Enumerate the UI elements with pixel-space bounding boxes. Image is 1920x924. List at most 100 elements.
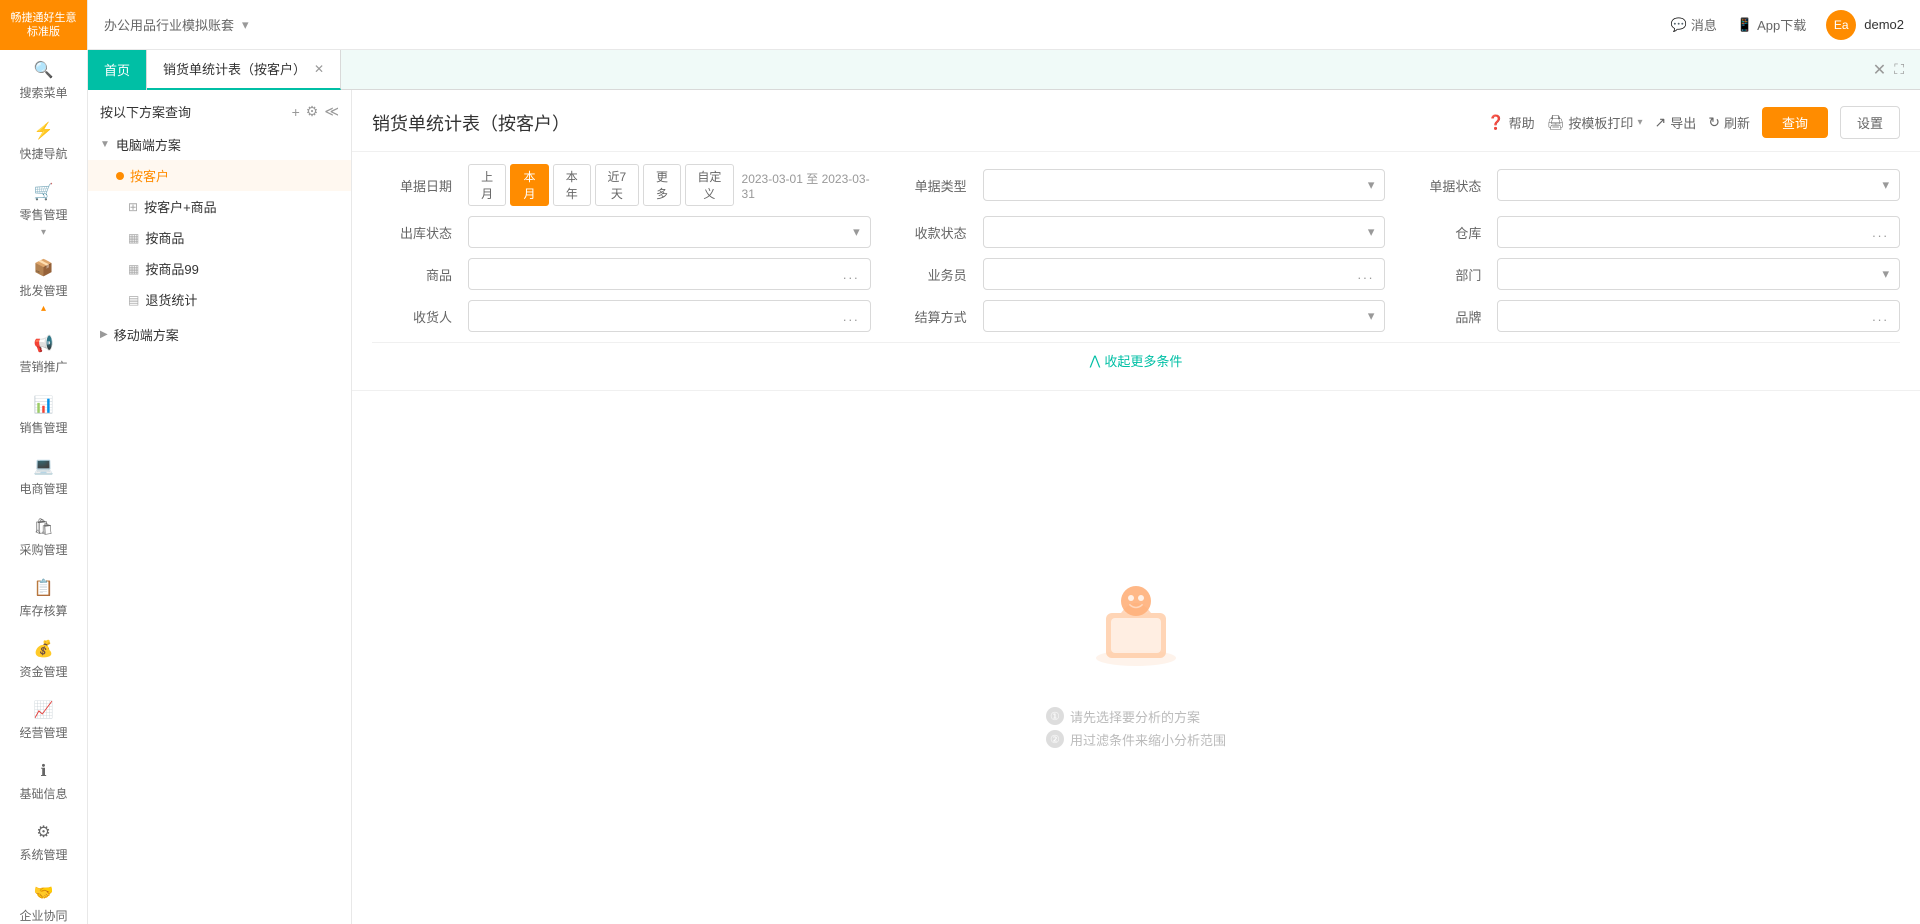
tree-item-label: 按客户 xyxy=(130,166,169,185)
settings-scheme-button[interactable]: ⚙ xyxy=(306,103,319,120)
chevron-down-icon: ▾ xyxy=(1368,177,1375,193)
sidebar-item-label: 系统管理 xyxy=(19,846,67,863)
empty-state: ① 请先选择要分析的方案 ② 用过滤条件来缩小分析范围 xyxy=(352,391,1920,924)
refresh-button[interactable]: ↻ 刷新 xyxy=(1708,113,1750,132)
collapse-panel-button[interactable]: ≪ xyxy=(324,103,339,120)
export-button[interactable]: ↗ 导出 xyxy=(1654,113,1696,132)
tree-item-return-stats[interactable]: ▤ 退货统计 xyxy=(88,284,351,315)
sidebar: 畅捷通好生意 标准版 🔍 搜索菜单 ⚡ 快捷导航 🛒 零售管理 ▾ 📦 批发管理… xyxy=(0,0,88,924)
maximize-window-icon[interactable]: ⛶ xyxy=(1894,61,1904,78)
out-status-select[interactable]: ▾ xyxy=(468,216,871,248)
warehouse-select[interactable]: ... xyxy=(1497,216,1900,248)
order-status-select[interactable]: ▾ xyxy=(1497,169,1900,201)
order-type-select[interactable]: ▾ xyxy=(983,169,1386,201)
warehouse-dots[interactable]: ... xyxy=(1872,225,1889,240)
active-dot-icon xyxy=(116,172,124,180)
sidebar-item-label: 零售管理 xyxy=(19,206,67,223)
sidebar-item-label: 快捷导航 xyxy=(19,145,67,162)
bar-icon: ▤ xyxy=(128,293,139,307)
settings-button[interactable]: 设置 xyxy=(1840,106,1900,139)
salesperson-select[interactable]: ... xyxy=(983,258,1386,290)
recipient-dots[interactable]: ... xyxy=(843,309,860,324)
hint-1: ① 请先选择要分析的方案 xyxy=(1046,707,1226,726)
tree-arrow-expand: ▼ xyxy=(100,139,110,150)
tree-item-by-goods[interactable]: ▦ 按商品 xyxy=(88,222,351,253)
sidebar-item-wholesale[interactable]: 📦 批发管理 ▴ xyxy=(0,248,88,324)
recipient-select[interactable]: ... xyxy=(468,300,871,332)
brand-dots[interactable]: ... xyxy=(1872,309,1889,324)
department-select[interactable]: ▾ xyxy=(1497,258,1900,290)
more-date-btn[interactable]: 更多 xyxy=(643,164,681,206)
order-status-control: ▾ xyxy=(1497,169,1900,201)
dropdown-icon[interactable]: ▾ xyxy=(242,17,249,33)
query-button[interactable]: 查询 xyxy=(1762,107,1828,138)
chevron-up-icon: ▴ xyxy=(41,303,46,314)
sidebar-item-retail[interactable]: 🛒 零售管理 ▾ xyxy=(0,172,88,248)
message-icon: 💬 xyxy=(1671,17,1687,33)
salesperson-control: ... xyxy=(983,258,1386,290)
tab-close-button[interactable]: ✕ xyxy=(314,62,324,76)
basic-info-icon: ℹ xyxy=(40,761,46,781)
print-button[interactable]: 🖨 按模板打印 ▾ xyxy=(1547,113,1643,132)
date-range-display: 2023-03-01 至 2023-03-31 xyxy=(742,170,871,201)
left-panel-title: 按以下方案查询 xyxy=(100,102,191,121)
tree-item-by-customer[interactable]: 按客户 xyxy=(88,160,351,191)
add-scheme-button[interactable]: + xyxy=(292,104,300,120)
help-icon: ❓ xyxy=(1487,114,1504,131)
sidebar-item-search[interactable]: 🔍 搜索菜单 xyxy=(0,50,88,111)
collapse-filters-button[interactable]: ⋀ 收起更多条件 xyxy=(372,342,1900,378)
tree-item-label: 按客户+商品 xyxy=(144,197,217,216)
home-tab-label: 首页 xyxy=(104,60,130,79)
sales-report-tab-label: 销货单统计表（按客户） xyxy=(163,59,306,78)
settlement-select[interactable]: ▾ xyxy=(983,300,1386,332)
tab-home[interactable]: 首页 xyxy=(88,50,147,90)
tree-item-by-goods99[interactable]: ▦ 按商品99 xyxy=(88,253,351,284)
content-area: 按以下方案查询 + ⚙ ≪ ▼ 电脑端方案 按客户 ⊞ 按客户+商品 xyxy=(88,90,1920,924)
custom-date-btn[interactable]: 自定义 xyxy=(685,164,733,206)
sidebar-item-sales[interactable]: 📊 销售管理 xyxy=(0,385,88,446)
sidebar-item-quicknav[interactable]: ⚡ 快捷导航 xyxy=(0,111,88,172)
sidebar-item-marketing[interactable]: 📢 营销推广 xyxy=(0,324,88,385)
sidebar-item-operations[interactable]: 📈 经营管理 xyxy=(0,690,88,751)
chevron-down-icon: ▾ xyxy=(1882,177,1889,193)
sidebar-item-purchase[interactable]: 🛍 采购管理 xyxy=(0,507,88,568)
sidebar-item-system[interactable]: ⚙ 系统管理 xyxy=(0,812,88,873)
top-bar-right: 💬 消息 📱 App下载 Ea demo2 xyxy=(1671,10,1904,40)
order-type-label: 单据类型 xyxy=(887,176,967,195)
close-window-icon[interactable]: ✕ xyxy=(1873,60,1886,80)
sidebar-item-basic-info[interactable]: ℹ 基础信息 xyxy=(0,751,88,812)
retail-icon: 🛒 xyxy=(34,182,54,202)
app-download-button[interactable]: 📱 App下载 xyxy=(1737,15,1806,34)
purchase-icon: 🛍 xyxy=(33,517,53,537)
tree-item-customer-goods[interactable]: ⊞ 按客户+商品 xyxy=(88,191,351,222)
date-filter-control: 上月 本月 本年 近7天 更多 自定义 2023-03-01 至 2023-03… xyxy=(468,164,871,206)
goods-select[interactable]: ... xyxy=(468,258,871,290)
this-month-btn[interactable]: 本月 xyxy=(510,164,548,206)
goods-dots[interactable]: ... xyxy=(843,267,860,282)
industry-label: 办公用品行业模拟账套 xyxy=(104,15,234,34)
sidebar-item-label: 基础信息 xyxy=(19,785,67,802)
help-button[interactable]: ❓ 帮助 xyxy=(1487,113,1534,132)
filter-row-1: 单据日期 上月 本月 本年 近7天 更多 自定义 2023-03-01 至 20… xyxy=(372,164,1900,206)
right-panel: 销货单统计表（按客户） ❓ 帮助 🖨 按模板打印 ▾ ↗ 导出 xyxy=(352,90,1920,924)
recipient-label: 收货人 xyxy=(372,307,452,326)
user-info[interactable]: Ea demo2 xyxy=(1826,10,1904,40)
sidebar-item-finance[interactable]: 💰 资金管理 xyxy=(0,629,88,690)
brand-label: 品牌 xyxy=(1401,307,1481,326)
message-button[interactable]: 💬 消息 xyxy=(1671,15,1717,34)
sidebar-item-label: 营销推广 xyxy=(19,358,67,375)
brand-select[interactable]: ... xyxy=(1497,300,1900,332)
this-year-btn[interactable]: 本年 xyxy=(553,164,591,206)
collapse-label: 收起更多条件 xyxy=(1104,351,1182,370)
last7-btn[interactable]: 近7天 xyxy=(595,164,639,206)
prev-month-btn[interactable]: 上月 xyxy=(468,164,506,206)
receipt-status-select[interactable]: ▾ xyxy=(983,216,1386,248)
sidebar-item-inventory[interactable]: 📋 库存核算 xyxy=(0,568,88,629)
salesperson-dots[interactable]: ... xyxy=(1358,267,1375,282)
tree-desktop-section: ▼ 电脑端方案 xyxy=(88,129,351,160)
sales-icon: 📊 xyxy=(34,395,54,415)
sidebar-item-ecommerce[interactable]: 💻 电商管理 xyxy=(0,446,88,507)
sidebar-item-collab[interactable]: 🤝 企业协同 xyxy=(0,873,88,924)
tab-sales-report[interactable]: 销货单统计表（按客户） ✕ xyxy=(147,50,341,90)
left-panel-header: 按以下方案查询 + ⚙ ≪ xyxy=(88,102,351,129)
